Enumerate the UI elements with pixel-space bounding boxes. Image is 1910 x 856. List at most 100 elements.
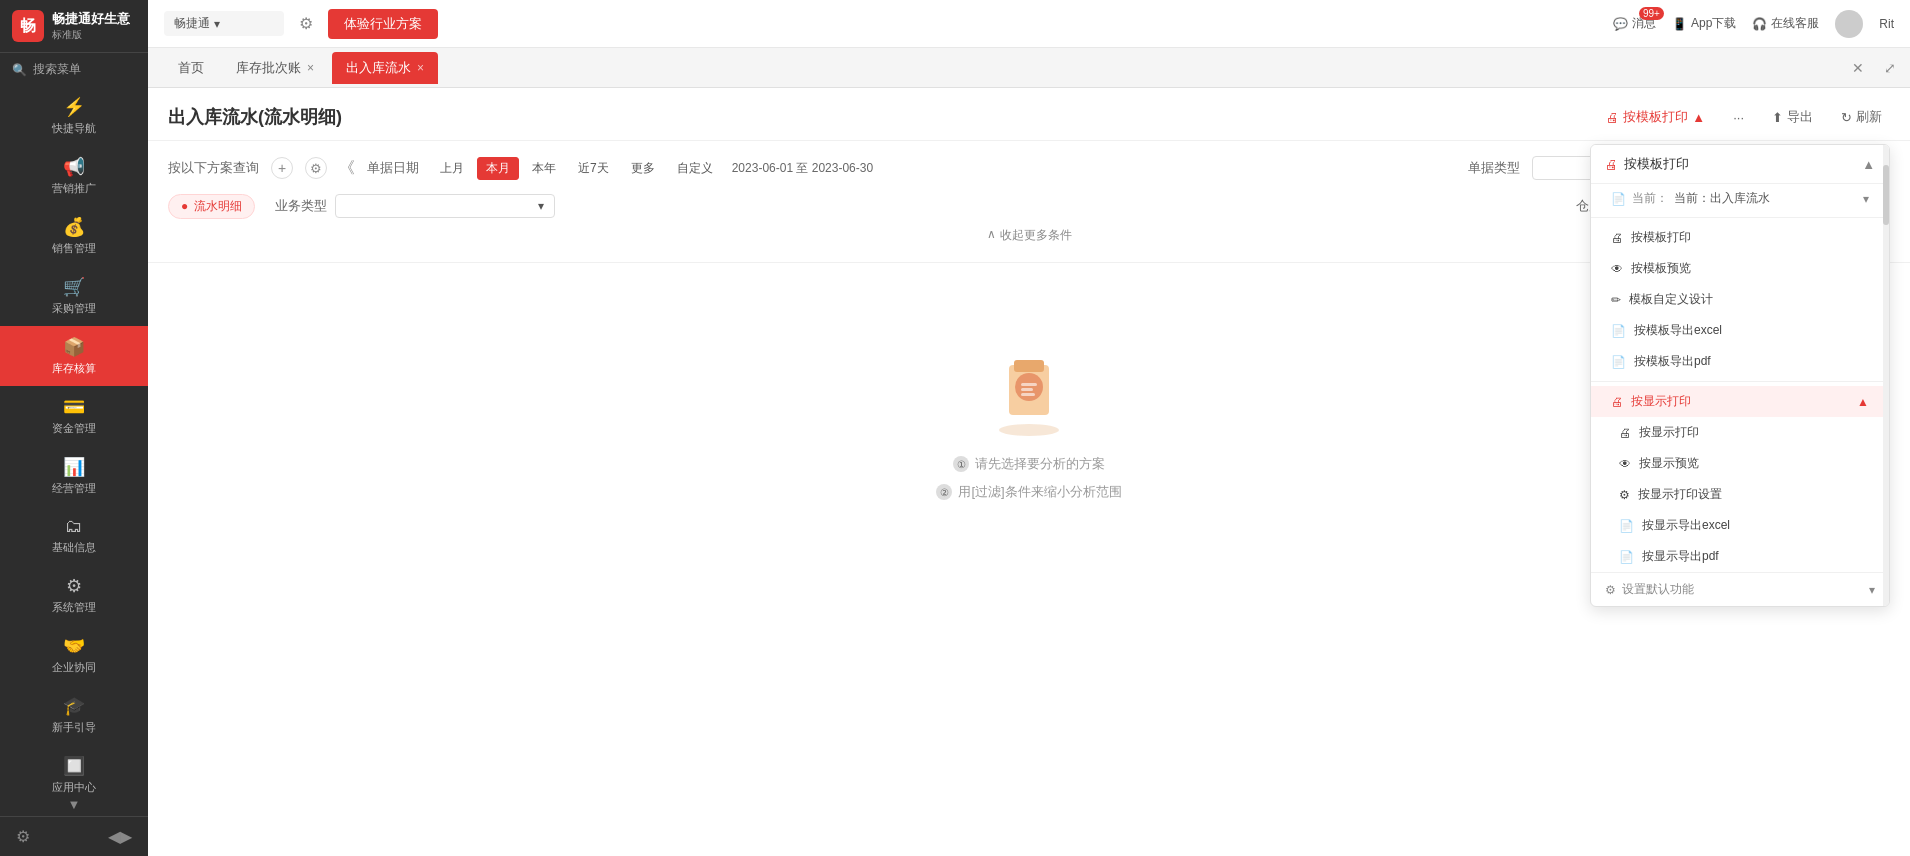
tab-batch-account[interactable]: 库存批次账 ×: [222, 52, 328, 84]
sidebar-collapse-icon[interactable]: ◀▶: [108, 827, 132, 846]
nav-label: 营销推广: [52, 181, 96, 196]
footer-settings-icon: ⚙: [1605, 583, 1616, 597]
dropdown-header: 🖨 按模板打印 ▲: [1591, 145, 1889, 184]
tab-inventory-flow-close[interactable]: ×: [417, 61, 424, 75]
page-title: 出入库流水(流水明细): [168, 105, 342, 129]
export-icon: ⬆: [1772, 110, 1783, 125]
dropdown-display-export-pdf[interactable]: 📄 按显示导出pdf: [1591, 541, 1889, 572]
sidebar-item-system[interactable]: ⚙ 系统管理: [0, 565, 148, 625]
refresh-label: 刷新: [1856, 108, 1882, 126]
sidebar-item-inventory[interactable]: 📦 库存核算: [0, 326, 148, 386]
apps-icon: 🔲: [63, 755, 85, 777]
dropdown-template-export-excel[interactable]: 📄 按模板导出excel: [1591, 315, 1889, 346]
dropdown-display-print[interactable]: 🖨 按显示打印: [1591, 417, 1889, 448]
sidebar-item-quick-nav[interactable]: ⚡ 快捷导航: [0, 86, 148, 146]
app-logo-icon: 畅: [12, 10, 44, 42]
sidebar-item-purchase[interactable]: 🛒 采购管理: [0, 266, 148, 326]
online-support-button[interactable]: 🎧 在线客服: [1752, 15, 1819, 32]
dropdown-display-preview[interactable]: 👁 按显示预览: [1591, 448, 1889, 479]
nav-label: 基础信息: [52, 540, 96, 555]
sidebar-item-basic[interactable]: 🗂 基础信息: [0, 506, 148, 565]
sidebar-item-apps[interactable]: 🔲 应用中心: [0, 745, 148, 793]
filter-tag-water-detail[interactable]: ● 流水明细: [168, 194, 255, 219]
tab-home[interactable]: 首页: [164, 52, 218, 84]
empty-image: [979, 345, 1079, 445]
date-custom[interactable]: 自定义: [668, 157, 722, 180]
guide-icon: 🎓: [63, 695, 85, 717]
display-print-label: 按显示打印: [1639, 424, 1699, 441]
dropdown-header-left: 🖨 按模板打印: [1605, 155, 1689, 173]
sidebar-search[interactable]: 🔍 搜索菜单: [0, 53, 148, 86]
finance-icon: 💳: [63, 396, 85, 418]
app-download-label: App下载: [1691, 15, 1736, 32]
date-more[interactable]: 更多: [622, 157, 664, 180]
app-version: 标准版: [52, 28, 130, 42]
nav-label: 资金管理: [52, 421, 96, 436]
date-last-month[interactable]: 上月: [431, 157, 473, 180]
trial-button[interactable]: 体验行业方案: [328, 9, 438, 39]
filter-settings-button[interactable]: ⚙: [305, 157, 327, 179]
sales-icon: 💰: [63, 216, 85, 238]
sidebar-item-operations[interactable]: 📊 经营管理: [0, 446, 148, 506]
sidebar-item-marketing[interactable]: 📢 营销推广: [0, 146, 148, 206]
dropdown-template-preview[interactable]: 👁 按模板预览: [1591, 253, 1889, 284]
page-header: 出入库流水(流水明细) 🖨 按模板打印 ▲ ··· ⬆ 导出 ↻ 刷新: [148, 88, 1910, 141]
print-dropdown-panel: 🖨 按模板打印 ▲ 📄 当前： 当前：出入库流水 ▾ 🖨 按模板打印 👁 按模板…: [1590, 144, 1890, 607]
print-by-template-button[interactable]: 🖨 按模板打印 ▲: [1598, 104, 1713, 130]
dropdown-display-export-excel[interactable]: 📄 按显示导出excel: [1591, 510, 1889, 541]
date-this-month[interactable]: 本月: [477, 157, 519, 180]
sidebar-item-guide[interactable]: 🎓 新手引导: [0, 685, 148, 745]
topbar-gear-icon[interactable]: ⚙: [292, 10, 320, 38]
current-chevron-icon: ▾: [1863, 192, 1869, 206]
messages-button[interactable]: 💬 消息 99+: [1613, 15, 1656, 32]
dropdown-template-customize[interactable]: ✏ 模板自定义设计: [1591, 284, 1889, 315]
more-actions-button[interactable]: ···: [1725, 106, 1752, 129]
date-this-year[interactable]: 本年: [523, 157, 565, 180]
filter-collapse-button[interactable]: 《: [339, 158, 355, 179]
export-label: 导出: [1787, 108, 1813, 126]
app-download-button[interactable]: 📱 App下载: [1672, 15, 1736, 32]
template-customize-icon: ✏: [1611, 293, 1621, 307]
dropdown-template-print[interactable]: 🖨 按模板打印: [1591, 222, 1889, 253]
chevron-up-icon: ▲: [1692, 110, 1705, 125]
company-selector[interactable]: 畅捷通 ▾: [164, 11, 284, 36]
dropdown-display-settings[interactable]: ⚙ 按显示打印设置: [1591, 479, 1889, 510]
refresh-icon: ↻: [1841, 110, 1852, 125]
display-section-chevron-icon: ▲: [1857, 395, 1869, 409]
print-icon: 🖨: [1606, 110, 1619, 125]
date-filter-label: 单据日期: [367, 159, 419, 177]
dropdown-display-section-header[interactable]: 🖨 按显示打印 ▲: [1591, 386, 1889, 417]
template-preview-icon: 👁: [1611, 262, 1623, 276]
window-maximize-button[interactable]: ⤢: [1878, 56, 1902, 80]
sidebar: 畅 畅捷通好生意 标准版 🔍 搜索菜单 ⚡ 快捷导航 📢 营销推广 💰 销售管理…: [0, 0, 148, 856]
divider-2: [1591, 381, 1889, 382]
refresh-button[interactable]: ↻ 刷新: [1833, 104, 1890, 130]
export-button[interactable]: ⬆ 导出: [1764, 104, 1821, 130]
headset-icon: 🎧: [1752, 17, 1767, 31]
tab-batch-account-close[interactable]: ×: [307, 61, 314, 75]
tabs-bar: 首页 库存批次账 × 出入库流水 × ✕ ⤢: [148, 48, 1910, 88]
current-icon: 📄: [1611, 192, 1626, 206]
sidebar-nav: ⚡ 快捷导航 📢 营销推广 💰 销售管理 🛒 采购管理 📦 库存核算 💳 资金管…: [0, 86, 148, 793]
window-close-button[interactable]: ✕: [1846, 56, 1870, 80]
template-excel-icon: 📄: [1611, 324, 1626, 338]
sidebar-item-sales[interactable]: 💰 销售管理: [0, 206, 148, 266]
sidebar-settings-icon[interactable]: ⚙: [16, 827, 30, 846]
dropdown-footer-settings[interactable]: ⚙ 设置默认功能 ▾: [1591, 572, 1889, 606]
sidebar-item-finance[interactable]: 💳 资金管理: [0, 386, 148, 446]
tab-inventory-flow[interactable]: 出入库流水 ×: [332, 52, 438, 84]
dropdown-header-label: 按模板打印: [1624, 155, 1689, 173]
main-area: 畅捷通 ▾ ⚙ 体验行业方案 💬 消息 99+ 📱 App下载 🎧 在线客服 R…: [148, 0, 1910, 856]
topbar: 畅捷通 ▾ ⚙ 体验行业方案 💬 消息 99+ 📱 App下载 🎧 在线客服 R…: [148, 0, 1910, 48]
date-last-7days[interactable]: 近7天: [569, 157, 618, 180]
svg-rect-6: [1021, 393, 1035, 396]
business-type-select[interactable]: ▾: [335, 194, 555, 218]
filter-add-button[interactable]: +: [271, 157, 293, 179]
sidebar-scroll-down[interactable]: ▼: [0, 793, 148, 816]
dropdown-template-export-pdf[interactable]: 📄 按模板导出pdf: [1591, 346, 1889, 377]
app-download-icon: 📱: [1672, 17, 1687, 31]
hint-num-1: ①: [953, 456, 969, 472]
sidebar-item-cooperation[interactable]: 🤝 企业协同: [0, 625, 148, 685]
user-avatar[interactable]: [1835, 10, 1863, 38]
selector-chevron-icon: ▾: [214, 17, 220, 31]
